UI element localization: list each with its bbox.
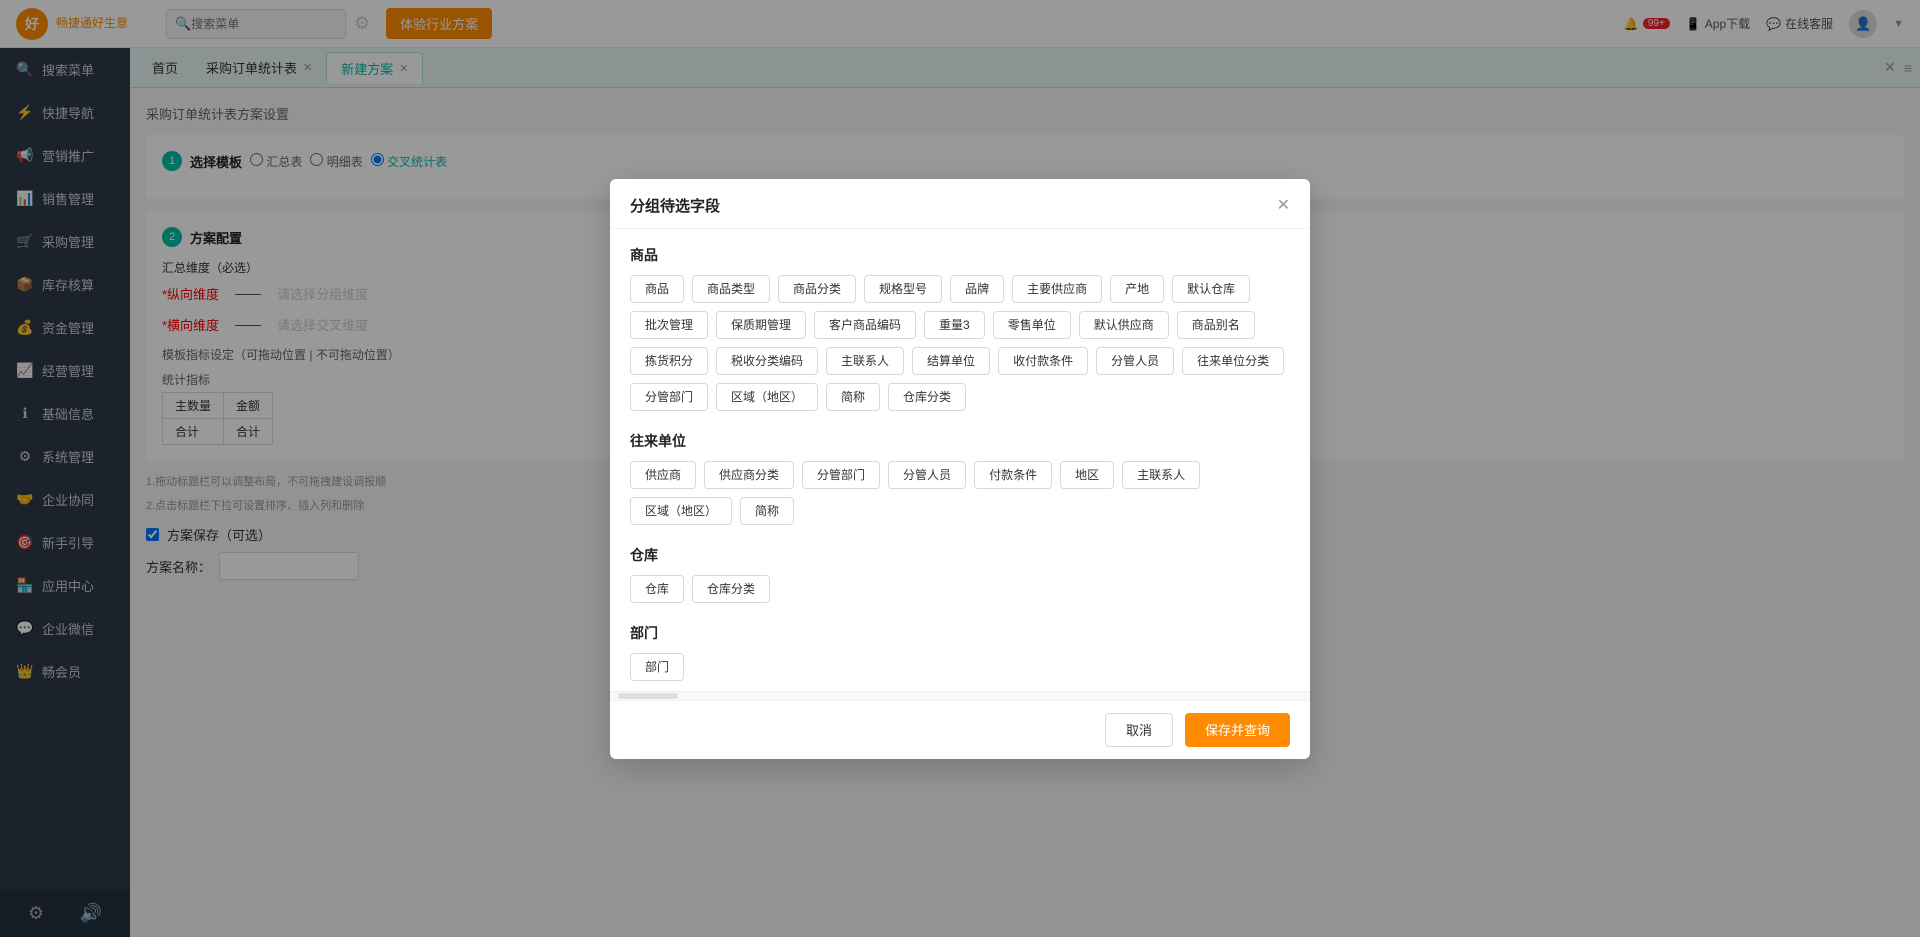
field-tags-1: 供应商供应商分类分管部门分管人员付款条件地区主联系人区域（地区） 简称	[630, 461, 1290, 525]
field-tags-2: 仓库仓库分类	[630, 575, 1290, 603]
field-tag-0-8[interactable]: 批次管理	[630, 311, 708, 339]
field-tag-0-23[interactable]: 区域（地区）	[716, 383, 818, 411]
field-tag-0-3[interactable]: 规格型号	[864, 275, 942, 303]
field-tag-1-2[interactable]: 分管部门	[802, 461, 880, 489]
section-title-2: 仓库	[630, 545, 1290, 565]
field-tag-0-24[interactable]: 简称	[826, 383, 880, 411]
field-tag-0-20[interactable]: 分管人员	[1096, 347, 1174, 375]
field-tag-1-1[interactable]: 供应商分类	[704, 461, 794, 489]
field-tags-0: 商品商品类型商品分类规格型号品牌主要供应商产地默认仓库批次管理保质期管理客户商品…	[630, 275, 1290, 411]
modal-overlay: 分组待选字段 ✕ 商品商品商品类型商品分类规格型号品牌主要供应商产地默认仓库批次…	[0, 0, 1920, 937]
section-0: 商品商品商品类型商品分类规格型号品牌主要供应商产地默认仓库批次管理保质期管理客户…	[630, 245, 1290, 411]
modal-title: 分组待选字段	[630, 195, 720, 216]
field-tag-1-0[interactable]: 供应商	[630, 461, 696, 489]
field-tag-0-4[interactable]: 品牌	[950, 275, 1004, 303]
field-tag-0-6[interactable]: 产地	[1110, 275, 1164, 303]
modal-close-btn[interactable]: ✕	[1277, 195, 1290, 215]
field-tag-0-25[interactable]: 仓库分类	[888, 383, 966, 411]
field-tag-1-7[interactable]: 区域（地区）	[630, 497, 732, 525]
field-tag-1-3[interactable]: 分管人员	[888, 461, 966, 489]
section-title-1: 往来单位	[630, 431, 1290, 451]
section-1: 往来单位供应商供应商分类分管部门分管人员付款条件地区主联系人区域（地区） 简称	[630, 431, 1290, 525]
field-tag-1-5[interactable]: 地区	[1060, 461, 1114, 489]
field-tag-0-14[interactable]: 商品别名	[1177, 311, 1255, 339]
field-tag-0-19[interactable]: 收付款条件	[998, 347, 1088, 375]
field-tag-0-16[interactable]: 税收分类编码	[716, 347, 818, 375]
modal-confirm-btn[interactable]: 保存并查询	[1185, 713, 1290, 747]
field-tag-1-8[interactable]: 简称	[740, 497, 794, 525]
field-tag-2-1[interactable]: 仓库分类	[692, 575, 770, 603]
field-tag-0-12[interactable]: 零售单位	[993, 311, 1071, 339]
section-title-0: 商品	[630, 245, 1290, 265]
field-tag-1-6[interactable]: 主联系人	[1122, 461, 1200, 489]
modal-body: 商品商品商品类型商品分类规格型号品牌主要供应商产地默认仓库批次管理保质期管理客户…	[610, 229, 1310, 691]
modal-cancel-btn[interactable]: 取消	[1105, 713, 1173, 747]
field-tag-0-13[interactable]: 默认供应商	[1079, 311, 1169, 339]
field-tag-0-1[interactable]: 商品类型	[692, 275, 770, 303]
modal: 分组待选字段 ✕ 商品商品商品类型商品分类规格型号品牌主要供应商产地默认仓库批次…	[610, 179, 1310, 759]
field-tags-3: 部门	[630, 653, 1290, 681]
field-tag-3-0[interactable]: 部门	[630, 653, 684, 681]
field-tag-2-0[interactable]: 仓库	[630, 575, 684, 603]
field-tag-1-4[interactable]: 付款条件	[974, 461, 1052, 489]
field-tag-0-2[interactable]: 商品分类	[778, 275, 856, 303]
modal-footer: 取消 保存并查询	[610, 700, 1310, 759]
h-scrollbar[interactable]	[618, 693, 678, 699]
field-tag-0-17[interactable]: 主联系人	[826, 347, 904, 375]
field-tag-0-5[interactable]: 主要供应商	[1012, 275, 1102, 303]
section-title-3: 部门	[630, 623, 1290, 643]
field-tag-0-7[interactable]: 默认仓库	[1172, 275, 1250, 303]
field-tag-0-11[interactable]: 重量3	[924, 311, 985, 339]
field-tag-0-15[interactable]: 拣货积分	[630, 347, 708, 375]
field-tag-0-10[interactable]: 客户商品编码	[814, 311, 916, 339]
section-3: 部门部门	[630, 623, 1290, 681]
field-tag-0-0[interactable]: 商品	[630, 275, 684, 303]
section-2: 仓库仓库仓库分类	[630, 545, 1290, 603]
field-tag-0-21[interactable]: 往来单位分类	[1182, 347, 1284, 375]
field-tag-0-18[interactable]: 结算单位	[912, 347, 990, 375]
field-tag-0-22[interactable]: 分管部门	[630, 383, 708, 411]
modal-header: 分组待选字段 ✕	[610, 179, 1310, 229]
field-tag-0-9[interactable]: 保质期管理	[716, 311, 806, 339]
